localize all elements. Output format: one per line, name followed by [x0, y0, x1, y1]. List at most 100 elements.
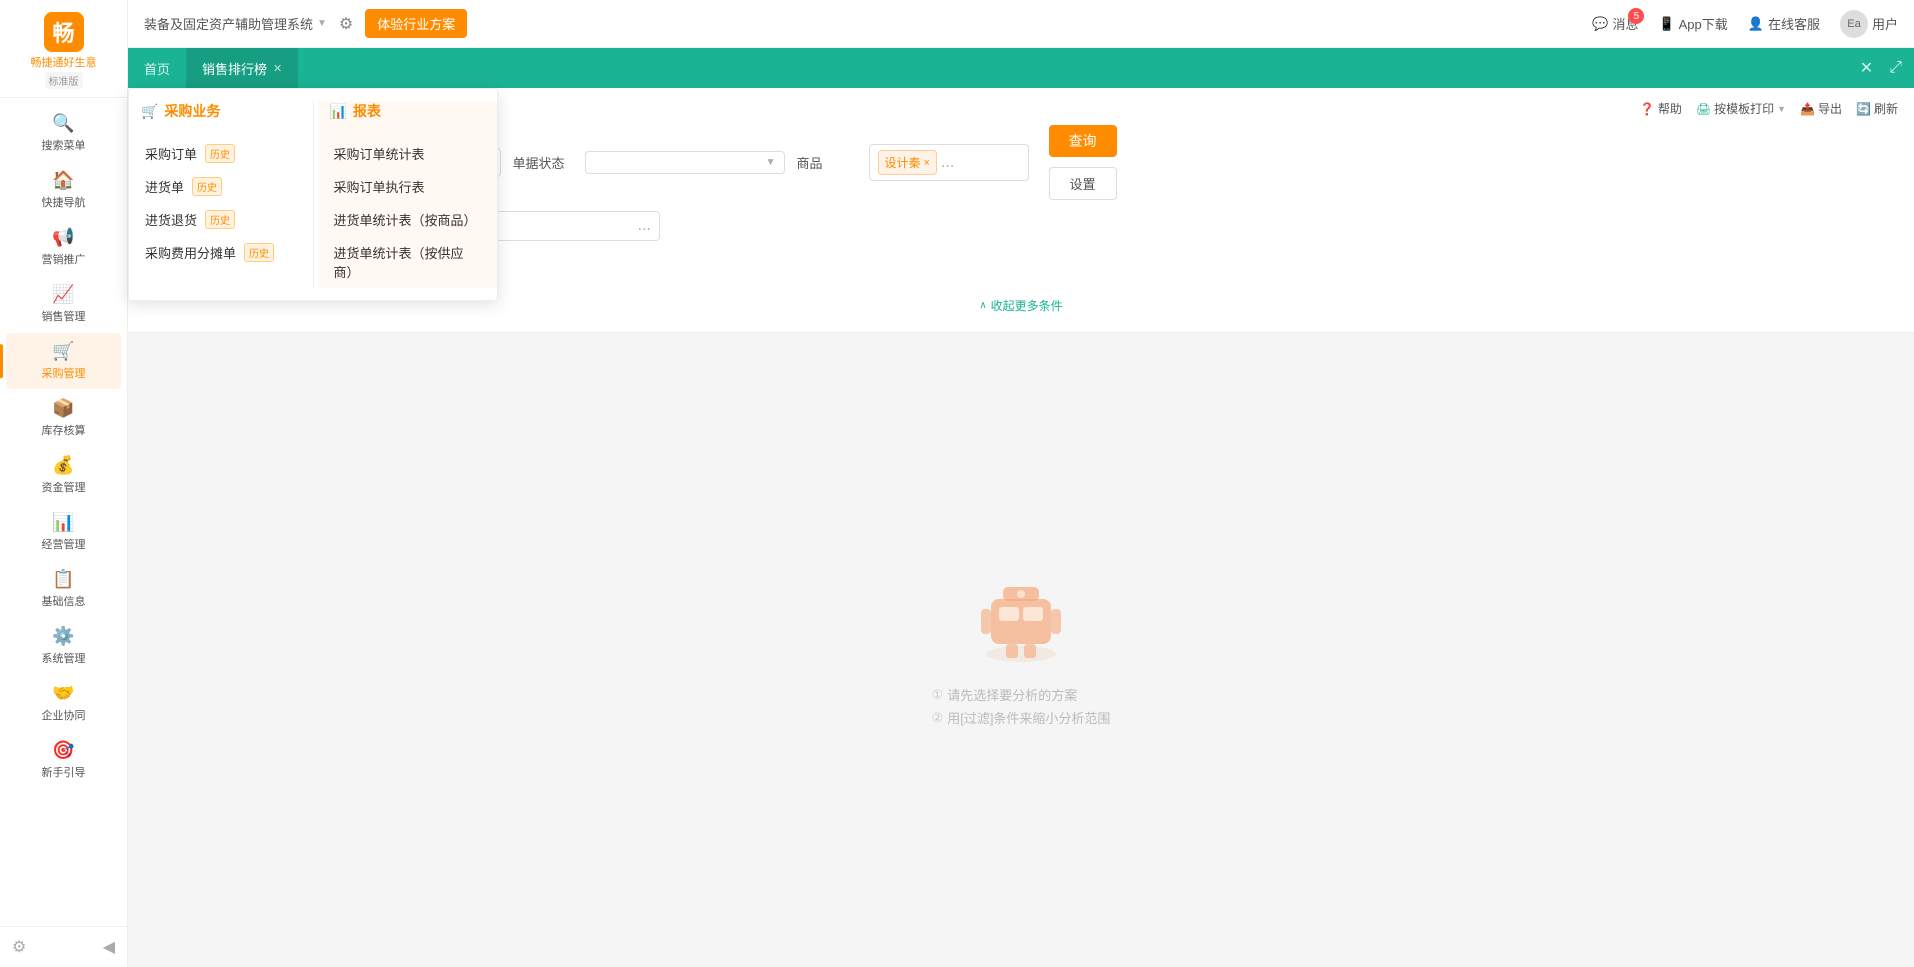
dropdown-item-label: 采购订单执行表	[334, 177, 425, 196]
tab-maximize-icon[interactable]: ⤢	[1885, 55, 1906, 81]
sidebar-nav: 🔍 搜索菜单 🏠 快捷导航 📢 营销推广 📈 销售管理 🛒 采购管理 📦 库存核…	[0, 98, 127, 926]
tab-sales-rank-label: 销售排行榜	[202, 59, 267, 78]
dropdown-left-title: 🛒 采购业务	[141, 101, 297, 127]
home-icon: 🏠	[52, 170, 74, 191]
dropdown-chevron-icon: ▼	[317, 18, 327, 29]
help-button[interactable]: ❓ 帮助	[1640, 100, 1682, 117]
purchase-dropdown-menu: 🛒 采购业务 采购订单 历史 进货单 历史 进货退货 历史 采购费用分摊单 历史…	[128, 88, 498, 301]
refresh-label: 刷新	[1874, 100, 1898, 117]
export-icon: 📤	[1800, 102, 1815, 116]
settings-button[interactable]: 设置	[1049, 167, 1117, 200]
tab-home[interactable]: 首页	[128, 48, 186, 88]
dropdown-item-label: 进货单统计表（按商品）	[334, 210, 477, 229]
sidebar-item-label: 营销推广	[42, 251, 86, 267]
industry-solution-button[interactable]: 体验行业方案	[365, 9, 467, 38]
collapse-label: 收起更多条件	[991, 297, 1063, 314]
tabs-bar: 首页 销售排行榜 ✕ ✕ ⤢	[128, 48, 1914, 88]
tab-window-close-icon[interactable]: ✕	[1856, 54, 1877, 82]
hist-badge: 历史	[205, 144, 235, 163]
sidebar-item-system[interactable]: ⚙️ 系统管理	[6, 618, 121, 674]
empty-tip1: 请先选择要分析的方案	[947, 685, 1077, 704]
goods-more-dots[interactable]: ...	[941, 154, 954, 172]
query-button[interactable]: 查询	[1049, 125, 1117, 157]
empty-text: ① 请先选择要分析的方案 ② 用[过滤]条件来缩小分析范围	[932, 681, 1111, 731]
app-download-button[interactable]: 📱 App下载	[1658, 14, 1727, 33]
sidebar-collapse-button[interactable]: ◀	[103, 937, 115, 957]
logo-icon: 畅	[44, 12, 84, 52]
online-service-label: 在线客服	[1768, 14, 1820, 33]
tab-home-label: 首页	[144, 59, 170, 78]
export-button[interactable]: 📤 导出	[1800, 100, 1842, 117]
empty-illustration	[961, 569, 1081, 669]
dropdown-item-label: 进货退货	[145, 210, 197, 229]
purchase-menu-title: 采购业务	[164, 101, 220, 121]
sidebar-item-enterprise[interactable]: 🤝 企业协同	[6, 675, 121, 731]
dropdown-item-expense[interactable]: 采购费用分摊单 历史	[141, 236, 297, 269]
sidebar-settings-button[interactable]: ⚙	[12, 937, 26, 957]
goods-tag-close-button[interactable]: ×	[924, 157, 930, 169]
sidebar-item-inventory[interactable]: 📦 库存核算	[6, 390, 121, 446]
report-menu-title: 报表	[353, 101, 381, 121]
dropdown-item-label: 采购订单统计表	[334, 144, 425, 163]
dropdown-item-label: 采购订单	[145, 144, 197, 163]
hist-badge: 历史	[192, 177, 222, 196]
dropdown-item-order-stat[interactable]: 采购订单统计表	[330, 137, 486, 170]
sidebar-item-label: 资金管理	[42, 479, 86, 495]
user-menu-button[interactable]: Ea 用户	[1840, 10, 1898, 38]
dropdown-item-purchase-order[interactable]: 采购订单 历史	[141, 137, 297, 170]
goods-label: 商品	[797, 153, 857, 172]
logo-text: 畅捷通好生意	[31, 56, 97, 70]
topbar-settings-icon[interactable]: ⚙	[339, 14, 353, 34]
salesman-dots[interactable]: ...	[638, 217, 651, 235]
goods-input[interactable]: 设计秦 × ...	[869, 144, 1029, 181]
sidebar-logo: 畅 畅捷通好生意 标准版	[0, 0, 127, 98]
tab-close-icon[interactable]: ✕	[273, 62, 282, 75]
sidebar-item-quick[interactable]: 🏠 快捷导航	[6, 162, 121, 218]
sidebar-item-search[interactable]: 🔍 搜索菜单	[6, 105, 121, 161]
refresh-button[interactable]: 🔄 刷新	[1856, 100, 1898, 117]
dropdown-right-title: 📊 报表	[330, 101, 486, 127]
sidebar-item-label: 基础信息	[42, 593, 86, 609]
status-select[interactable]: ▼	[585, 151, 785, 174]
filter-actions: 查询 设置	[1049, 125, 1117, 200]
online-service-button[interactable]: 👤 在线客服	[1748, 14, 1820, 33]
dropdown-item-return[interactable]: 进货退货 历史	[141, 203, 297, 236]
tabs-right-buttons: ✕ ⤢	[1856, 48, 1914, 88]
sidebar-item-basic[interactable]: 📋 基础信息	[6, 561, 121, 617]
sidebar-item-operation[interactable]: 📊 经营管理	[6, 504, 121, 560]
topbar-title-dropdown[interactable]: 装备及固定资产辅助管理系统 ▼	[144, 14, 327, 33]
empty-state: ① 请先选择要分析的方案 ② 用[过滤]条件来缩小分析范围	[128, 333, 1914, 967]
dropdown-item-inbound-stat-goods[interactable]: 进货单统计表（按商品）	[330, 203, 486, 236]
sidebar-item-sales[interactable]: 📈 销售管理	[6, 276, 121, 332]
sidebar-item-label: 销售管理	[42, 308, 86, 324]
hist-badge: 历史	[244, 243, 274, 262]
hist-badge: 历史	[205, 210, 235, 229]
print-button[interactable]: 🖨 按模板打印 ▼	[1696, 100, 1786, 117]
dropdown-item-inbound[interactable]: 进货单 历史	[141, 170, 297, 203]
service-icon: 👤	[1748, 16, 1764, 32]
sidebar-item-guide[interactable]: 🎯 新手引导	[6, 732, 121, 788]
message-button[interactable]: 💬 消息 5	[1592, 14, 1638, 33]
sidebar-item-label: 新手引导	[42, 764, 86, 780]
enterprise-icon: 🤝	[52, 683, 74, 704]
help-icon: ❓	[1640, 102, 1655, 116]
sidebar-item-label: 搜索菜单	[42, 137, 86, 153]
dropdown-item-order-exec[interactable]: 采购订单执行表	[330, 170, 486, 203]
dropdown-item-inbound-stat-supplier[interactable]: 进货单统计表（按供应商）	[330, 236, 486, 288]
print-label: 按模板打印	[1714, 100, 1774, 117]
sidebar-item-label: 库存核算	[42, 422, 86, 438]
sidebar-item-label: 经营管理	[42, 536, 86, 552]
sidebar-item-label: 快捷导航	[42, 194, 86, 210]
app-download-label: App下载	[1679, 14, 1728, 33]
tab-sales-rank[interactable]: 销售排行榜 ✕	[186, 48, 298, 88]
operation-icon: 📊	[52, 512, 74, 533]
message-badge: 5	[1628, 8, 1644, 24]
sidebar-item-purchase[interactable]: 🛒 采购管理	[6, 333, 121, 389]
empty-num1: ①	[932, 687, 944, 703]
salesman-input[interactable]: ...	[480, 211, 660, 241]
sidebar-item-marketing[interactable]: 📢 营销推广	[6, 219, 121, 275]
sidebar-item-finance[interactable]: 💰 资金管理	[6, 447, 121, 503]
help-label: 帮助	[1658, 100, 1682, 117]
topbar-right: 💬 消息 5 📱 App下载 👤 在线客服 Ea 用户	[1592, 10, 1898, 38]
sidebar-bottom: ⚙ ◀	[0, 926, 127, 967]
